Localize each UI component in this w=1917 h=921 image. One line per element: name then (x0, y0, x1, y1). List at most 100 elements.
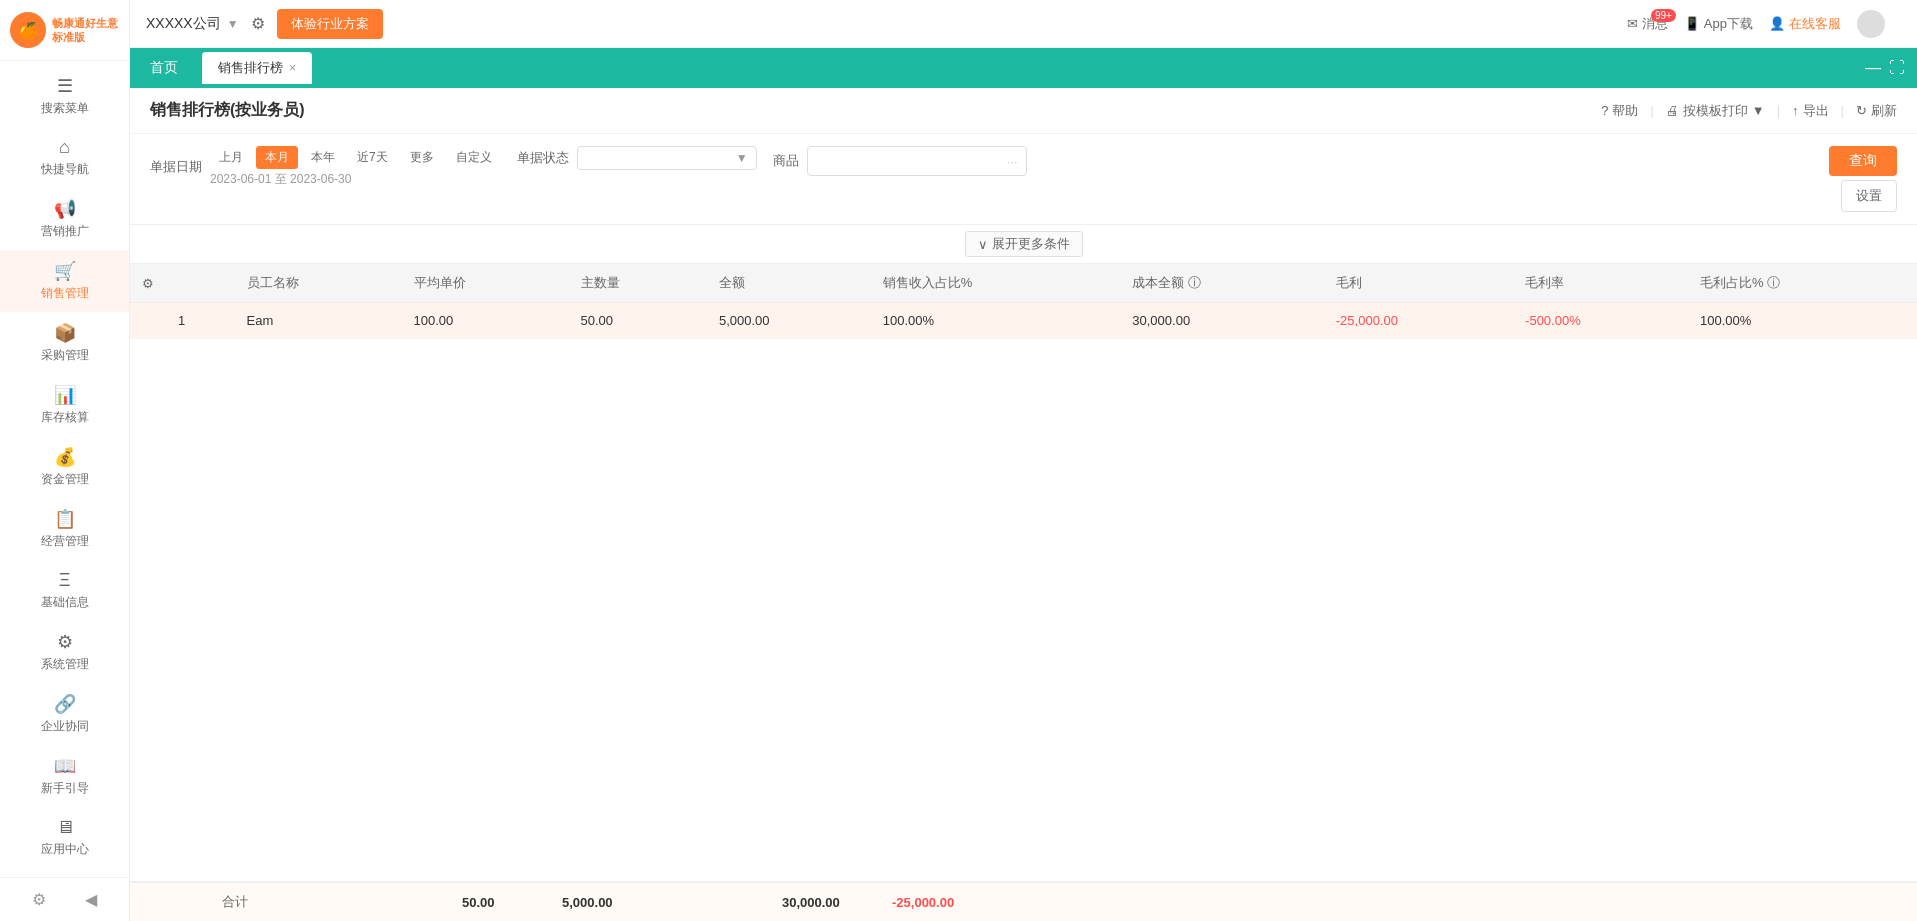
nav-label-purchase: 采购管理 (41, 347, 89, 364)
th-avg-price: 平均单价 (402, 264, 569, 303)
sidebar-item-sales[interactable]: 🛒销售管理 (0, 250, 129, 312)
help-button[interactable]: ? 帮助 (1601, 102, 1638, 120)
tab-home[interactable]: 首页 (130, 48, 198, 88)
date-custom-tab[interactable]: 自定义 (447, 146, 501, 169)
sidebar-item-operations[interactable]: 📋经营管理 (0, 498, 129, 560)
row-settings[interactable] (130, 303, 166, 339)
sidebar-item-guide[interactable]: 📖 新手引导 (0, 745, 129, 807)
topbar-right: ✉ 消息 99+ 📱 App下载 👤 在线客服 (1627, 10, 1901, 38)
sidebar-item-basic[interactable]: Ξ 基础信息 (0, 560, 129, 621)
date-current-year-tab[interactable]: 本年 (302, 146, 344, 169)
row-name: Eam (235, 303, 402, 339)
sidebar-settings-icon[interactable]: ⚙ (32, 890, 46, 909)
nav-icon-quick: ⌂ (59, 137, 70, 158)
nav-label-finance: 资金管理 (41, 471, 89, 488)
date-more-tab[interactable]: 更多 (401, 146, 443, 169)
nav-icon-guide: 📖 (54, 755, 76, 777)
footer-amount: 5,000.00 (562, 895, 662, 910)
nav-label-guide: 新手引导 (41, 780, 89, 797)
nav-icon-marketing: 📢 (54, 198, 76, 220)
nav-label-inventory: 库存核算 (41, 409, 89, 426)
content-area: 销售排行榜(按业务员) ? 帮助 | 🖨 按模板打印 ▼ | ↑ 导出 | (130, 88, 1917, 921)
nav-icon-sales: 🛒 (54, 260, 76, 282)
goods-filter: 商品 ··· (773, 146, 1027, 176)
th-settings[interactable]: ⚙ (130, 264, 166, 303)
th-profit-pct: 毛利占比% ⓘ (1688, 264, 1917, 303)
app-download-button[interactable]: 📱 App下载 (1684, 15, 1753, 33)
date-tabs: 上月 本月 本年 近7天 更多 自定义 (210, 146, 501, 169)
date-last-month-tab[interactable]: 上月 (210, 146, 252, 169)
nav-label-quick: 快捷导航 (41, 161, 89, 178)
service-icon: 👤 (1769, 16, 1785, 31)
date-7days-tab[interactable]: 近7天 (348, 146, 397, 169)
row-amount: 5,000.00 (707, 303, 871, 339)
export-icon: ↑ (1792, 103, 1799, 118)
data-table: ⚙ 员工名称 平均单价 主数量 全额 销售收入占比% 成本全额 ⓘ 毛利 毛利率… (130, 264, 1917, 339)
th-name: 员工名称 (235, 264, 402, 303)
company-selector[interactable]: XXXXX公司 ▼ (146, 15, 239, 33)
date-label: 单据日期 (150, 158, 202, 176)
print-button[interactable]: 🖨 按模板打印 ▼ (1666, 102, 1765, 120)
table-row: 1 Eam 100.00 50.00 5,000.00 100.00% 30,0… (130, 303, 1917, 339)
header-row: ⚙ 员工名称 平均单价 主数量 全额 销售收入占比% 成本全额 ⓘ 毛利 毛利率… (130, 264, 1917, 303)
help-icon: ? (1601, 103, 1608, 118)
try-industry-button[interactable]: 体验行业方案 (277, 9, 383, 39)
th-sales-pct: 销售收入占比% (871, 264, 1120, 303)
company-chevron-icon: ▼ (227, 17, 239, 31)
online-service-button[interactable]: 👤 在线客服 (1769, 15, 1841, 33)
sidebar-collapse-icon[interactable]: ◀ (85, 890, 97, 909)
sidebar-item-inventory[interactable]: 📊库存核算 (0, 374, 129, 436)
row-profit-rate: -500.00% (1513, 303, 1688, 339)
tabbar-expand-icon[interactable]: ⛶ (1889, 59, 1905, 77)
avatar[interactable] (1857, 10, 1885, 38)
sidebar-item-wechat[interactable]: 💬企业微信 (0, 868, 129, 877)
nav-label-marketing: 营销推广 (41, 223, 89, 240)
sidebar-item-marketing[interactable]: 📢 营销推广 (0, 188, 129, 250)
export-button[interactable]: ↑ 导出 (1792, 102, 1829, 120)
nav-label-search: 搜索菜单 (41, 100, 89, 117)
status-label: 单据状态 (517, 149, 569, 167)
row-sales-pct: 100.00% (871, 303, 1120, 339)
expand-row: ∨ 展开更多条件 (130, 225, 1917, 264)
tab-sales-ranking[interactable]: 销售排行榜 × (202, 52, 312, 84)
logo-text: 畅康通好生意 标准版 (52, 16, 118, 45)
goods-input[interactable]: ··· (807, 146, 1027, 176)
row-profit-pct: 100.00% (1688, 303, 1917, 339)
sidebar-item-collab[interactable]: 🔗企业协同 (0, 683, 129, 745)
status-select[interactable]: ▼ (577, 146, 757, 170)
row-cost: 30,000.00 (1120, 303, 1323, 339)
topbar-settings-icon[interactable]: ⚙ (251, 14, 265, 33)
app-label: App下载 (1704, 15, 1753, 33)
sidebar-item-quick[interactable]: ⌂ 快捷导航 (0, 127, 129, 188)
nav-icon-purchase: 📦 (54, 322, 76, 344)
query-button[interactable]: 查询 (1829, 146, 1897, 176)
sidebar-item-purchase[interactable]: 📦 采购管理 (0, 312, 129, 374)
sidebar-item-apps[interactable]: 🖥应用中心 (0, 807, 129, 868)
page-actions: ? 帮助 | 🖨 按模板打印 ▼ | ↑ 导出 | ↻ 刷新 (1601, 102, 1897, 120)
divider1: | (1650, 103, 1653, 118)
nav-label-apps: 应用中心 (41, 841, 89, 858)
divider2: | (1777, 103, 1780, 118)
expand-conditions-button[interactable]: ∨ 展开更多条件 (965, 231, 1083, 257)
footer-total-label: 合计 (222, 893, 342, 911)
message-button[interactable]: ✉ 消息 99+ (1627, 15, 1668, 33)
refresh-label: 刷新 (1871, 102, 1897, 120)
refresh-button[interactable]: ↻ 刷新 (1856, 102, 1897, 120)
sidebar-item-finance[interactable]: 💰资金管理 (0, 436, 129, 498)
date-current-month-tab[interactable]: 本月 (256, 146, 298, 169)
sidebar-item-system[interactable]: ⚙系统管理 (0, 621, 129, 683)
nav-icon-basic: Ξ (59, 570, 71, 591)
tab-close-icon[interactable]: × (289, 61, 296, 75)
nav-label-collab: 企业协同 (41, 718, 89, 735)
nav-label-system: 系统管理 (41, 656, 89, 673)
tabbar-minimize-icon[interactable]: — (1865, 59, 1881, 77)
sidebar-item-search[interactable]: ☰搜索菜单 (0, 65, 129, 127)
tab-label: 销售排行榜 (218, 59, 283, 77)
refresh-icon: ↻ (1856, 103, 1867, 118)
sidebar: 🍊 畅康通好生意 标准版 ☰搜索菜单⌂快捷导航📢营销推广🛒销售管理📦采购管理📊库… (0, 0, 130, 921)
goods-dots: ··· (1007, 154, 1018, 169)
settings-button[interactable]: 设置 (1841, 180, 1897, 212)
nav-label-basic: 基础信息 (41, 594, 89, 611)
topbar: XXXXX公司 ▼ ⚙ 体验行业方案 ✉ 消息 99+ 📱 App下载 👤 在线… (130, 0, 1917, 48)
divider3: | (1841, 103, 1844, 118)
